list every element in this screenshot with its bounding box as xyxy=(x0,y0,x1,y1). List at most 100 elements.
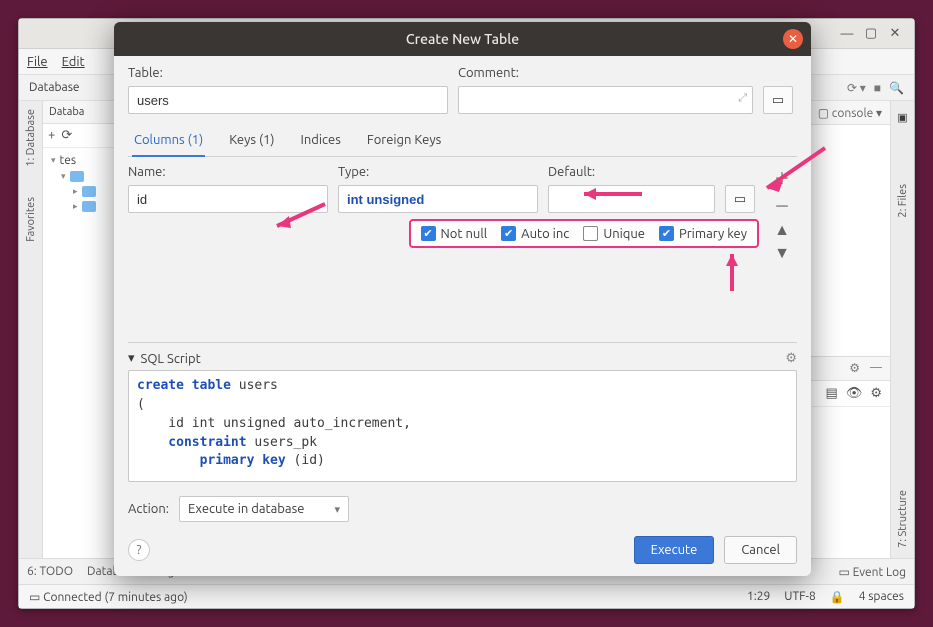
col-type-label: Type: xyxy=(338,165,538,179)
toolbar-right: ⟳ ▾ ■ 🔍 xyxy=(847,81,904,95)
stop-icon[interactable]: ■ xyxy=(874,81,881,95)
checkbox-icon: ✔ xyxy=(501,226,516,241)
chevron-right-icon: ▸ xyxy=(73,186,78,197)
breadcrumb: Database xyxy=(29,81,80,94)
create-table-dialog: Create New Table ✕ Table: Comment: ⤢ ▭ C… xyxy=(114,22,811,576)
dialog-titlebar: Create New Table ✕ xyxy=(114,22,811,56)
files-icon[interactable]: ▣ xyxy=(897,111,907,124)
sql-preview[interactable]: create table users( id int unsigned auto… xyxy=(128,370,797,482)
column-name-input[interactable] xyxy=(128,185,328,213)
hide-icon[interactable]: — xyxy=(870,361,882,375)
column-type-input[interactable] xyxy=(338,185,538,213)
right-gutter-structure[interactable]: 7: Structure xyxy=(897,490,909,548)
refresh-icon[interactable]: ⟳ xyxy=(61,128,72,143)
left-gutter-favorites[interactable]: Favorites xyxy=(25,197,37,242)
add-datasource-icon[interactable]: + xyxy=(48,128,55,143)
chevron-down-icon: ▾ xyxy=(61,171,66,182)
dialog-close-button[interactable]: ✕ xyxy=(783,29,803,49)
autoinc-label: Auto inc xyxy=(521,227,569,241)
gear-icon[interactable]: ⚙ xyxy=(849,361,860,375)
minimize-icon[interactable]: — xyxy=(836,23,858,45)
unique-checkbox[interactable]: Unique xyxy=(583,226,645,241)
folder-icon xyxy=(82,201,96,212)
primary-label: Primary key xyxy=(679,227,747,241)
close-icon[interactable]: ✕ xyxy=(884,23,906,45)
chevron-down-icon: ▾ xyxy=(51,155,56,166)
cancel-button[interactable]: Cancel xyxy=(724,536,797,564)
maximize-icon[interactable]: ▢ xyxy=(860,23,882,45)
speech-icon: ▭ xyxy=(772,93,784,108)
tree-root[interactable]: ▾ tes xyxy=(45,152,124,169)
notnull-label: Not null xyxy=(441,227,488,241)
comment-edit-button[interactable]: ▭ xyxy=(763,86,793,114)
menu-edit-label: Edit xyxy=(62,55,85,69)
cancel-button-label: Cancel xyxy=(741,543,780,557)
sql-section-label: SQL Script xyxy=(141,352,201,366)
status-connection: Connected (7 minutes ago) xyxy=(43,591,188,604)
dialog-button-row: ? Execute Cancel xyxy=(128,530,797,564)
event-log[interactable]: ▭ Event Log xyxy=(839,565,906,579)
comment-input[interactable] xyxy=(458,86,753,114)
execute-button[interactable]: Execute xyxy=(634,536,715,564)
autoinc-checkbox[interactable]: ✔ Auto inc xyxy=(501,226,569,241)
chevron-down-icon: ▾ xyxy=(128,351,135,366)
right-gutter-files[interactable]: 2: Files xyxy=(897,184,909,218)
execute-button-label: Execute xyxy=(651,543,698,557)
menu-edit[interactable]: Edit xyxy=(62,55,85,69)
menu-file[interactable]: File xyxy=(27,55,48,69)
notnull-checkbox[interactable]: ✔ Not null xyxy=(421,226,488,241)
dialog-title: Create New Table xyxy=(406,31,519,47)
left-gutter-database[interactable]: 1: Database xyxy=(25,109,37,167)
console-dropdown[interactable]: ▢ console ▾ xyxy=(818,106,882,120)
checkbox-icon xyxy=(583,226,598,241)
sync-icon[interactable]: ⟳ ▾ xyxy=(847,81,866,95)
tab-keys[interactable]: Keys (1) xyxy=(227,128,276,156)
remove-column-button[interactable]: － xyxy=(771,193,793,217)
move-up-button[interactable]: ▲ xyxy=(771,221,793,240)
lock-icon[interactable]: 🔒 xyxy=(830,590,845,604)
settings-icon[interactable]: ⚙ xyxy=(870,386,882,401)
filter-icon[interactable]: ▤ xyxy=(826,386,838,401)
event-log-label: Event Log xyxy=(853,566,906,579)
expand-icon[interactable]: ⤢ xyxy=(738,92,747,105)
menu-file-label: File xyxy=(27,55,48,69)
action-value: Execute in database xyxy=(188,502,304,516)
table-label: Table: xyxy=(128,66,448,80)
folder-icon xyxy=(70,171,84,182)
search-icon[interactable]: 🔍 xyxy=(889,81,904,95)
tree-item[interactable]: ▾ xyxy=(45,169,124,184)
view-icon[interactable]: 👁 xyxy=(846,386,863,401)
primary-checkbox[interactable]: ✔ Primary key xyxy=(659,226,747,241)
col-name-label: Name: xyxy=(128,165,328,179)
status-indent[interactable]: 4 spaces xyxy=(859,590,904,603)
checkbox-icon: ✔ xyxy=(421,226,436,241)
tree-root-label: tes xyxy=(60,154,77,167)
footer-todo[interactable]: 6: TODO xyxy=(27,565,73,578)
console-label: console xyxy=(832,107,873,120)
tree-item[interactable]: ▸ xyxy=(45,199,124,214)
help-button[interactable]: ? xyxy=(128,539,150,561)
checkbox-icon: ✔ xyxy=(659,226,674,241)
action-row: Action: Execute in database xyxy=(128,490,797,522)
default-edit-button[interactable]: ▭ xyxy=(725,185,755,213)
table-name-input[interactable] xyxy=(128,86,448,114)
status-encoding[interactable]: UTF-8 xyxy=(784,590,815,603)
sql-section-toggle[interactable]: ▾ SQL Script xyxy=(128,351,201,366)
add-column-button[interactable]: ＋ xyxy=(771,165,793,189)
tab-columns[interactable]: Columns (1) xyxy=(132,128,205,157)
col-default-label: Default: xyxy=(548,165,715,179)
column-flags: ✔ Not null ✔ Auto inc Unique ✔ xyxy=(409,219,760,248)
tree-item[interactable]: ▸ xyxy=(45,184,124,199)
move-down-button[interactable]: ▼ xyxy=(771,244,793,263)
action-label: Action: xyxy=(128,502,169,516)
dialog-tabs: Columns (1) Keys (1) Indices Foreign Key… xyxy=(128,122,797,157)
column-side-buttons: ＋ － ▲ ▼ xyxy=(767,165,797,334)
sql-section: ▾ SQL Script ⚙ create table users( id in… xyxy=(128,342,797,482)
tab-indices[interactable]: Indices xyxy=(299,128,343,156)
column-default-input[interactable] xyxy=(548,185,715,213)
gear-icon[interactable]: ⚙ xyxy=(785,351,797,366)
action-combo[interactable]: Execute in database xyxy=(179,496,349,522)
left-gutter: 1: Database Favorites xyxy=(19,101,43,558)
tab-foreign-keys[interactable]: Foreign Keys xyxy=(365,128,443,156)
status-caret-pos: 1:29 xyxy=(747,590,770,603)
